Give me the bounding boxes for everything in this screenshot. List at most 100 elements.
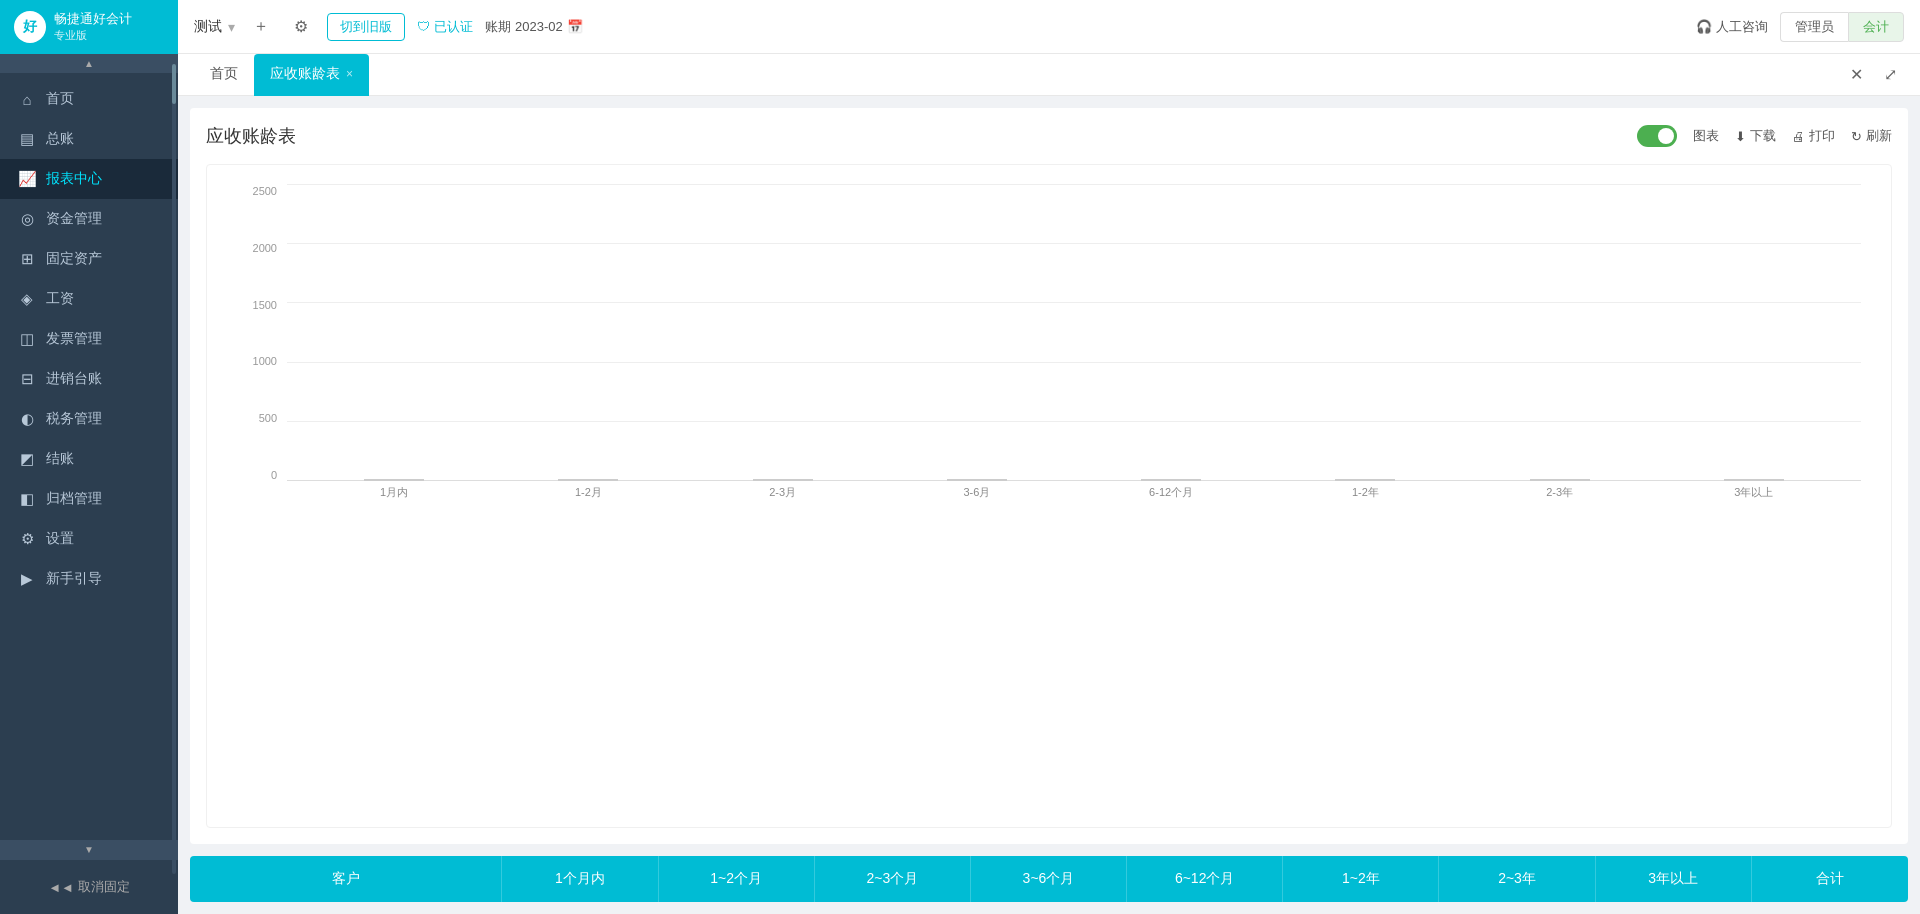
shield-icon: 🛡 [417, 19, 430, 34]
payroll-icon: ◈ [18, 290, 36, 308]
th-2-3month: 2~3个月 [815, 856, 971, 902]
cancel-fixed-label: 取消固定 [78, 878, 130, 896]
workspace-name: 测试 [194, 18, 222, 36]
sidebar-scroll-down[interactable]: ▼ [0, 840, 178, 859]
bar-group-1 [491, 479, 685, 481]
refresh-button[interactable]: ↻ 刷新 [1851, 127, 1892, 145]
y-axis: 0 500 1000 1500 2000 2500 [237, 185, 277, 481]
bar-group-5 [1268, 479, 1462, 481]
x-axis-labels: 1月内 1-2月 2-3月 3-6月 6-12个月 1-2年 2-3年 3年以上 [287, 481, 1861, 505]
table-header: 客户 1个月内 1~2个月 2~3个月 3~6个月 6~12个月 1~2年 2~… [190, 856, 1908, 902]
settings-topbar-button[interactable]: ⚙ [287, 13, 315, 41]
certified-text: 已认证 [434, 18, 473, 36]
consult-button[interactable]: 🎧 人工咨询 [1696, 18, 1768, 36]
content-header: 应收账龄表 图表 ⬇ 下载 🖨 打印 ↻ 刷新 [206, 124, 1892, 148]
sidebar-scrollbar[interactable] [172, 54, 176, 874]
sidebar-item-label: 结账 [46, 450, 74, 468]
download-label: 下载 [1750, 127, 1776, 145]
th-1-2month: 1~2个月 [659, 856, 815, 902]
y-label-2000: 2000 [237, 242, 277, 254]
sidebar-item-settings[interactable]: ⚙ 设置 [0, 519, 178, 559]
ledger-icon: ▤ [18, 130, 36, 148]
sidebar-item-reports[interactable]: 📈 报表中心 [0, 159, 178, 199]
bar-2-3month [753, 479, 813, 481]
sidebar-item-fund[interactable]: ◎ 资金管理 [0, 199, 178, 239]
download-button[interactable]: ⬇ 下载 [1735, 127, 1776, 145]
home-icon: ⌂ [18, 91, 36, 108]
switch-version-button[interactable]: 切到旧版 [327, 13, 405, 41]
y-label-500: 500 [237, 412, 277, 424]
x-label-6: 2-3年 [1463, 485, 1657, 505]
settings-icon: ⚙ [18, 530, 36, 548]
topbar-right: 🎧 人工咨询 管理员 会计 [1696, 12, 1904, 42]
sidebar-item-home[interactable]: ⌂ 首页 [0, 79, 178, 119]
tab-aging-label: 应收账龄表 [270, 65, 340, 83]
inventory-icon: ⊟ [18, 370, 36, 388]
expand-tab-button[interactable]: ⤢ [1876, 61, 1904, 89]
invoice-icon: ◫ [18, 330, 36, 348]
refresh-icon: ↻ [1851, 129, 1862, 144]
sidebar-item-label: 新手引导 [46, 570, 102, 588]
certified-badge: 🛡 已认证 [417, 18, 473, 36]
calendar-icon[interactable]: 📅 [567, 19, 583, 34]
tabs-bar: 首页 应收账龄表 × ✕ ⤢ [178, 54, 1920, 96]
close-tab-button[interactable]: ✕ [1842, 61, 1870, 89]
sidebar-item-payroll[interactable]: ◈ 工资 [0, 279, 178, 319]
sidebar-item-label: 税务管理 [46, 410, 102, 428]
sidebar-item-label: 资金管理 [46, 210, 102, 228]
sidebar-item-inventory[interactable]: ⊟ 进销台账 [0, 359, 178, 399]
x-label-4: 6-12个月 [1074, 485, 1268, 505]
bar-2-3year [1530, 479, 1590, 481]
sidebar-item-label: 归档管理 [46, 490, 102, 508]
sidebar-item-assets[interactable]: ⊞ 固定资产 [0, 239, 178, 279]
bar-1month [364, 479, 424, 481]
th-3year-plus: 3年以上 [1596, 856, 1752, 902]
sidebar-item-ledger[interactable]: ▤ 总账 [0, 119, 178, 159]
sidebar-item-label: 工资 [46, 290, 74, 308]
tax-icon: ◐ [18, 410, 36, 428]
bars-wrapper [287, 185, 1861, 481]
x-label-0: 1月内 [297, 485, 491, 505]
cancel-fixed-button[interactable]: ◄◄ 取消固定 [0, 870, 178, 904]
chart-toggle[interactable] [1637, 125, 1677, 147]
tab-aging[interactable]: 应收账龄表 × [254, 54, 369, 96]
chart-area: 0 500 1000 1500 2000 2500 [206, 164, 1892, 828]
tab-close-icon[interactable]: × [346, 67, 353, 81]
sidebar-item-label: 首页 [46, 90, 74, 108]
x-label-5: 1-2年 [1268, 485, 1462, 505]
x-label-2: 2-3月 [686, 485, 880, 505]
th-6-12month: 6~12个月 [1127, 856, 1283, 902]
sidebar-item-invoice[interactable]: ◫ 发票管理 [0, 319, 178, 359]
header-actions: 图表 ⬇ 下载 🖨 打印 ↻ 刷新 [1637, 125, 1892, 147]
chart-toggle-label: 图表 [1693, 127, 1719, 145]
sidebar-item-label: 发票管理 [46, 330, 102, 348]
sidebar-item-label: 报表中心 [46, 170, 102, 188]
accountant-button[interactable]: 会计 [1848, 12, 1904, 42]
print-icon: 🖨 [1792, 129, 1805, 144]
sidebar-scroll-up[interactable]: ▲ [0, 54, 178, 73]
chevron-down-icon: ▾ [228, 19, 235, 35]
unpin-icon: ◄◄ [48, 880, 74, 895]
sidebar-item-guide[interactable]: ▶ 新手引导 [0, 559, 178, 599]
sidebar-item-archive[interactable]: ◧ 归档管理 [0, 479, 178, 519]
tab-home[interactable]: 首页 [194, 54, 254, 96]
sidebar-bottom: ◄◄ 取消固定 [0, 859, 178, 914]
manager-button[interactable]: 管理员 [1780, 12, 1848, 42]
bar-group-0 [297, 479, 491, 481]
sidebar-item-tax[interactable]: ◐ 税务管理 [0, 399, 178, 439]
user-buttons: 管理员 会计 [1780, 12, 1904, 42]
sidebar-item-close[interactable]: ◩ 结账 [0, 439, 178, 479]
logo-text: 畅捷通好会计 专业版 [54, 11, 132, 42]
consult-label: 人工咨询 [1716, 18, 1768, 36]
y-label-1500: 1500 [237, 299, 277, 311]
print-button[interactable]: 🖨 打印 [1792, 127, 1835, 145]
add-workspace-button[interactable]: ＋ [247, 13, 275, 41]
sidebar-item-label: 固定资产 [46, 250, 102, 268]
assets-icon: ⊞ [18, 250, 36, 268]
workspace-selector[interactable]: 测试 ▾ [194, 18, 235, 36]
bar-group-4 [1074, 479, 1268, 481]
th-customer: 客户 [190, 856, 502, 902]
bar-3year-plus [1724, 479, 1784, 481]
period-info: 账期 2023-02 📅 [485, 18, 583, 36]
sidebar-nav: ⌂ 首页 ▤ 总账 📈 报表中心 ◎ 资金管理 ⊞ 固定资产 ◈ 工资 ◫ 发票… [0, 73, 178, 840]
